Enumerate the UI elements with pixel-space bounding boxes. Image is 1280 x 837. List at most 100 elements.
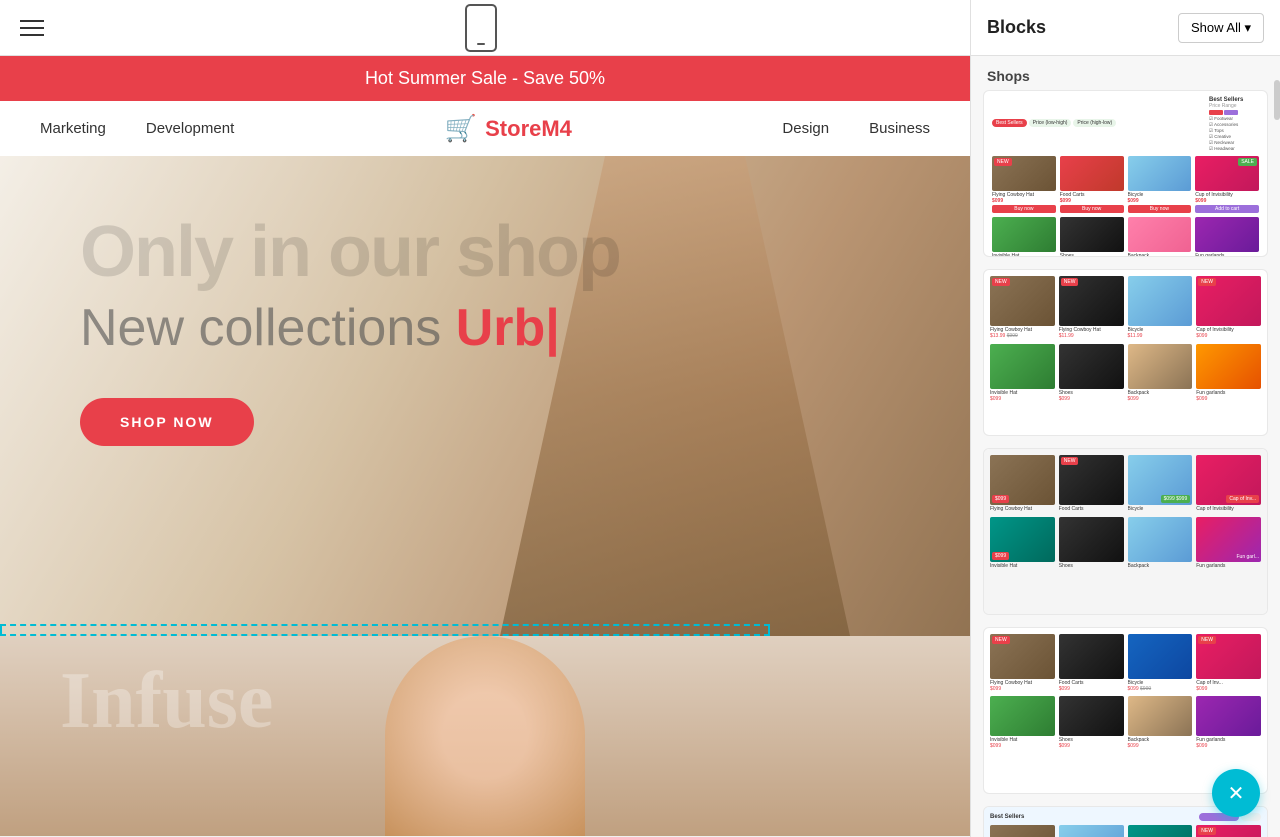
shop3-item-2: NEW Food Carts [1059,455,1124,512]
show-all-button[interactable]: Show All ▾ [1178,13,1264,43]
block-card-4[interactable]: NEW Flying Cowboy Hat $099 Food Carts $0… [983,627,1268,794]
shop3-top-row: $099 Flying Cowboy Hat NEW Food Carts [990,455,1261,512]
shop2-item-1: NEW Flying Cowboy Hat $13.99 $999 [990,276,1055,339]
shop4-item-7: Backpack $099 [1128,696,1193,749]
editor-toolbar [0,0,970,56]
shop4-item-3: Bicycle $099 $999 [1128,634,1193,692]
price-range-label: Price Range [1209,103,1259,109]
shop4-row1: NEW Flying Cowboy Hat $099 Food Carts $0… [990,634,1261,692]
shop1-item-8: Fun garlands $999 Add to cart [1195,217,1259,256]
hero-subtitle-normal: New collections [80,299,441,357]
promo-banner: Hot Summer Sale - Save 50% [0,56,970,101]
shop2-item-4: NEW Cap of Invisibility $099 [1196,276,1261,339]
block-card-1[interactable]: Best Sellers Price (low-high) Price (hig… [983,90,1268,257]
editor-area: Hot Summer Sale - Save 50% Marketing Dev… [0,0,970,837]
shop1-header: Best Sellers Price (low-high) Price (hig… [992,97,1259,152]
shop4-item-2: Food Carts $099 [1059,634,1124,692]
shop2-item-2: NEW Flying Cowboy Hat $11.99 [1059,276,1124,339]
hero-section: Only in our shop New collections Urb| SH… [0,156,970,636]
scroll-indicator [1274,80,1280,120]
hero-subtitle-accent: Urb| [456,299,560,357]
shop2-item-6: Shoes $099 [1059,344,1124,402]
mini-shop-3: $099 Flying Cowboy Hat NEW Food Carts [984,449,1267,614]
shop1-grid: NEW Flying Cowboy Hat $099 Buy now Food … [992,156,1259,256]
mini-shop-2: NEW Flying Cowboy Hat $13.99 $999 NEW Fl… [984,270,1267,435]
shop1-filters: Best Sellers Price (low-high) Price (hig… [992,119,1116,127]
mini-shop-4: NEW Flying Cowboy Hat $099 Food Carts $0… [984,628,1267,793]
hero-title: Only in our shop [80,216,890,288]
nav-right: Design Business [782,120,930,137]
shop3-item-3: $099 $999 Bicycle [1128,455,1193,512]
nav-marketing[interactable]: Marketing [40,120,106,137]
shop2-item-8: Fun garlands $099 [1196,344,1261,402]
shop2-item-3: Bicycle $11.99 [1128,276,1193,339]
shop1-item-3: Bicycle $099 Buy now [1128,156,1192,213]
nav-business[interactable]: Business [869,120,930,137]
shop1-item-4: SALE Cup of Invisibility $099 Add to car… [1195,156,1259,213]
shop5-item-1: Flying Cowboy Hat $099 [990,825,1055,837]
shop3-item-5: $099 Invisible Hat [990,517,1055,569]
logo-name: StoreM4 [485,116,572,141]
shop1-item-1: NEW Flying Cowboy Hat $099 Buy now [992,156,1056,213]
shop4-item-1: NEW Flying Cowboy Hat $099 [990,634,1055,692]
shop3-item-7: Backpack [1128,517,1193,569]
card-4-content: NEW Flying Cowboy Hat $099 Food Carts $0… [984,628,1267,793]
card-2-content: NEW Flying Cowboy Hat $13.99 $999 NEW Fl… [984,270,1267,435]
site-preview: Hot Summer Sale - Save 50% Marketing Dev… [0,56,970,837]
shop1-item-7: Backpack $999 Buy now [1128,217,1192,256]
shop1-grid-area: NEW Flying Cowboy Hat $099 Buy now Food … [992,156,1259,256]
person-overlay [385,636,585,836]
hero-cta-button[interactable]: SHOP NOW [80,398,254,446]
shop4-item-4: NEW Cap of Inv... $099 [1196,634,1261,692]
shop5-item-2: Food Carts $099 [1059,825,1124,837]
hero-subtitle: New collections Urb| [80,298,890,358]
mobile-device-icon[interactable] [465,4,497,52]
card-3-content: $099 Flying Cowboy Hat NEW Food Carts [984,449,1267,614]
shop1-item-2: Food Carts $099 Buy now [1060,156,1124,213]
shop5-item-3: Bicycle $099 [1128,825,1193,837]
shop3-item-6: Shoes [1059,517,1124,569]
shop4-item-8: Fun garlands $099 [1196,696,1261,749]
block-card-3[interactable]: $099 Flying Cowboy Hat NEW Food Carts [983,448,1268,615]
shop5-header: Best Sellers [990,813,1261,821]
logo-cart-icon: 🛒 [445,113,477,144]
shop4-item-6: Shoes $099 [1059,696,1124,749]
shop2-bottom-row: Invisible Hat $099 Shoes $099 Backpack $… [990,344,1261,402]
site-logo: 🛒 StoreM4 [445,113,572,144]
panel-header: Blocks Show All ▾ [971,0,1280,56]
nav-left: Marketing Development [40,120,234,137]
shop2-item-5: Invisible Hat $099 [990,344,1055,402]
section-label: Shops [971,56,1280,90]
below-hero-section: Infuse [0,636,970,836]
shop1-top-row: NEW Flying Cowboy Hat $099 Buy now Food … [992,156,1259,213]
shop3-item-1: $099 Flying Cowboy Hat [990,455,1055,512]
shop3-item-8: Fun garl... Fun garlands [1196,517,1261,569]
site-header: Marketing Development 🛒 StoreM4 Design B… [0,101,970,156]
shop1-bottom-row: Invisible Hat $999 Buy now Shoes $099 Bu… [992,217,1259,256]
mini-shop-1: Best Sellers Price (low-high) Price (hig… [984,91,1267,256]
card-1-content: Best Sellers Price (low-high) Price (hig… [984,91,1267,256]
block-card-2[interactable]: NEW Flying Cowboy Hat $13.99 $999 NEW Fl… [983,269,1268,436]
hamburger-menu[interactable] [20,20,44,36]
close-button[interactable]: ✕ [1212,769,1260,817]
shop1-item-6: Shoes $099 Buy now [1060,217,1124,256]
shop5-item-4: NEW Cap of Inv... $099 [1196,825,1261,837]
shop3-item-4: Cap of Inv... Cap of Invisibility [1196,455,1261,512]
dashed-selection [0,624,770,636]
right-panel: Blocks Show All ▾ Shops Best Sellers Pri… [970,0,1280,837]
nav-design[interactable]: Design [782,120,829,137]
promo-text: Hot Summer Sale - Save 50% [365,68,605,88]
close-icon: ✕ [1228,781,1245,806]
shop5-row1: Flying Cowboy Hat $099 Food Carts $099 B… [990,825,1261,837]
shop2-top-row: NEW Flying Cowboy Hat $13.99 $999 NEW Fl… [990,276,1261,339]
panel-title: Blocks [987,17,1046,38]
nav-development[interactable]: Development [146,120,234,137]
hero-content: Only in our shop New collections Urb| SH… [0,156,970,506]
logo-text: StoreM4 [485,116,572,142]
shop4-item-5: Invisible Hat $099 [990,696,1055,749]
shop3-bottom-row: $099 Invisible Hat Shoes Backpack [990,517,1261,569]
panel-scroll[interactable]: Shops Best Sellers Price (low-high) Pric… [971,56,1280,837]
shop4-row2: Invisible Hat $099 Shoes $099 Backpack $… [990,696,1261,749]
shop2-item-7: Backpack $099 [1128,344,1193,402]
shop1-item-5: Invisible Hat $999 Buy now [992,217,1056,256]
